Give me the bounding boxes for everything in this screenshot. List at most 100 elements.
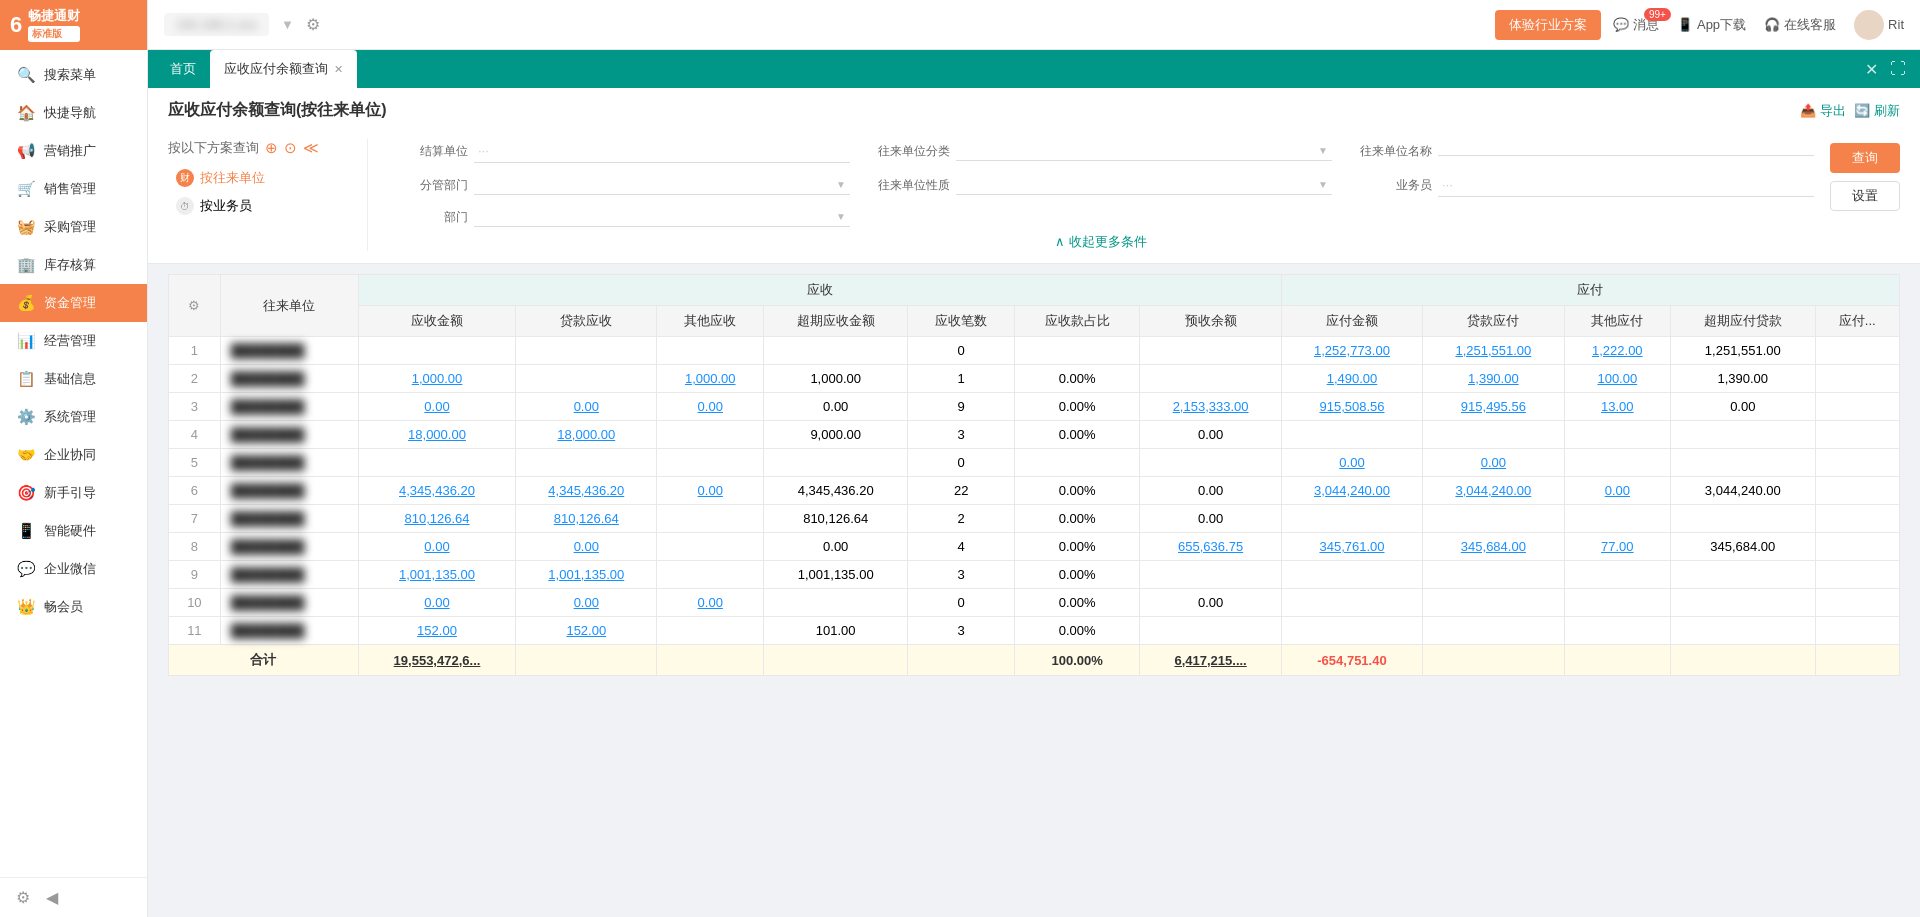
- sidebar-item-member[interactable]: 👑 畅会员: [0, 588, 147, 626]
- sidebar-item-operation[interactable]: 📊 经营管理: [0, 322, 147, 360]
- refresh-button[interactable]: 🔄 刷新: [1854, 102, 1900, 120]
- ap-loan-cell[interactable]: 1,251,551.00: [1423, 337, 1564, 365]
- query-button[interactable]: 查询: [1830, 143, 1900, 173]
- ap-amount-cell[interactable]: 1,490.00: [1281, 365, 1422, 393]
- sidebar-item-company[interactable]: 🤝 企业协同: [0, 436, 147, 474]
- sidebar-collapse-icon[interactable]: ◀: [46, 888, 58, 907]
- tab-home[interactable]: 首页: [156, 50, 210, 88]
- service-item[interactable]: 🎧 在线客服: [1764, 16, 1836, 34]
- ar-amount-cell[interactable]: 0.00: [358, 533, 515, 561]
- prepay-cell[interactable]: 655,636.75: [1140, 533, 1281, 561]
- partner-category-input[interactable]: ▼: [956, 141, 1332, 161]
- table-settings-icon[interactable]: ⚙: [188, 298, 200, 313]
- ar-amount-cell[interactable]: 0.00: [358, 589, 515, 617]
- ar-amount-cell[interactable]: 1,001,135.00: [358, 561, 515, 589]
- partner-name-cell: ████████: [220, 449, 358, 477]
- ar-other-cell[interactable]: 0.00: [657, 589, 764, 617]
- sidebar-item-quick-nav[interactable]: 🏠 快捷导航: [0, 94, 147, 132]
- sidebar-item-purchase[interactable]: 🧺 采购管理: [0, 208, 147, 246]
- edit-scheme-icon[interactable]: ⊙: [284, 139, 297, 157]
- sidebar-item-guide[interactable]: 🎯 新手引导: [0, 474, 147, 512]
- ap-amount-cell[interactable]: 1,252,773.00: [1281, 337, 1422, 365]
- partner-nature-input[interactable]: ▼: [956, 175, 1332, 195]
- ar-count-cell: 9: [908, 393, 1015, 421]
- ap-loan-cell[interactable]: 0.00: [1423, 449, 1564, 477]
- manage-dept-input[interactable]: ▼: [474, 175, 850, 195]
- message-item[interactable]: 💬 消息 99+: [1613, 16, 1659, 34]
- tab-expand-icon[interactable]: ⛶: [1884, 60, 1912, 78]
- partner-name-input[interactable]: [1438, 147, 1814, 156]
- ar-loan-cell[interactable]: 18,000.00: [516, 421, 657, 449]
- dept-input[interactable]: ▼: [474, 207, 850, 227]
- sidebar-item-sales[interactable]: 🛒 销售管理: [0, 170, 147, 208]
- ap-other-cell[interactable]: 13.00: [1564, 393, 1671, 421]
- ap-overdue-cell: [1671, 589, 1815, 617]
- collapse-scheme-icon[interactable]: ≪: [303, 139, 319, 157]
- ap-loan-cell[interactable]: 915,495.56: [1423, 393, 1564, 421]
- finance-icon: 💰: [16, 294, 36, 312]
- salesman-input[interactable]: ···: [1438, 173, 1814, 197]
- ar-amount-cell[interactable]: 810,126.64: [358, 505, 515, 533]
- settings-col-header[interactable]: ⚙: [169, 275, 221, 337]
- ar-overdue-cell: 4,345,436.20: [763, 477, 907, 505]
- ar-loan-cell[interactable]: 0.00: [516, 533, 657, 561]
- user-avatar-item[interactable]: Rit: [1854, 10, 1904, 40]
- filter-field-partner-nature: 往来单位性质 ▼: [870, 173, 1332, 197]
- ar-loan-cell[interactable]: 0.00: [516, 589, 657, 617]
- sidebar-item-wechat[interactable]: 💬 企业微信: [0, 550, 147, 588]
- export-button[interactable]: 📤 导出: [1800, 102, 1846, 120]
- ap-amount-cell[interactable]: 0.00: [1281, 449, 1422, 477]
- sidebar-settings-icon[interactable]: ⚙: [16, 888, 30, 907]
- ap-other-cell[interactable]: 1,222.00: [1564, 337, 1671, 365]
- total-ar[interactable]: 19,553,472,6...: [358, 645, 515, 676]
- sidebar-item-basic[interactable]: 📋 基础信息: [0, 360, 147, 398]
- ar-amount-cell[interactable]: 152.00: [358, 617, 515, 645]
- solution-button[interactable]: 体验行业方案: [1495, 10, 1601, 40]
- ar-other-cell[interactable]: 0.00: [657, 393, 764, 421]
- ar-loan-cell[interactable]: 152.00: [516, 617, 657, 645]
- ap-amount-cell[interactable]: 915,508.56: [1281, 393, 1422, 421]
- tab-close-all-icon[interactable]: ✕: [1859, 60, 1884, 79]
- collapse-more-btn[interactable]: ∧ 收起更多条件: [388, 227, 1814, 251]
- total-prepay[interactable]: 6,417,215....: [1140, 645, 1281, 676]
- ar-other-cell[interactable]: 1,000.00: [657, 365, 764, 393]
- ar-amount-cell[interactable]: 0.00: [358, 393, 515, 421]
- ar-loan-cell[interactable]: 4,345,436.20: [516, 477, 657, 505]
- guide-icon: 🎯: [16, 484, 36, 502]
- ap-amount-cell[interactable]: 345,761.00: [1281, 533, 1422, 561]
- ar-ratio-cell: 0.00%: [1014, 393, 1139, 421]
- tab-close-icon[interactable]: ✕: [334, 63, 343, 76]
- ap-other-cell[interactable]: 77.00: [1564, 533, 1671, 561]
- ap-amount-cell[interactable]: 3,044,240.00: [1281, 477, 1422, 505]
- tab-balance-query[interactable]: 应收应付余额查询 ✕: [210, 50, 357, 88]
- ap-loan-cell[interactable]: 3,044,240.00: [1423, 477, 1564, 505]
- add-scheme-icon[interactable]: ⊕: [265, 139, 278, 157]
- partner-category-label: 往来单位分类: [870, 143, 950, 160]
- sidebar-item-search[interactable]: 🔍 搜索菜单: [0, 56, 147, 94]
- app-download-item[interactable]: 📱 App下载: [1677, 16, 1746, 34]
- ap-loan-cell[interactable]: 1,390.00: [1423, 365, 1564, 393]
- ar-amount-cell[interactable]: 4,345,436.20: [358, 477, 515, 505]
- ar-loan-cell[interactable]: 810,126.64: [516, 505, 657, 533]
- filter-by-salesman[interactable]: ⏱ 按业务员: [168, 193, 355, 219]
- ar-other-cell[interactable]: 0.00: [657, 477, 764, 505]
- sidebar-item-inventory[interactable]: 🏢 库存核算: [0, 246, 147, 284]
- partner-name-cell: ████████: [220, 617, 358, 645]
- sidebar-item-system[interactable]: ⚙️ 系统管理: [0, 398, 147, 436]
- ap-col5-cell: [1815, 617, 1900, 645]
- prepay-cell[interactable]: 2,153,333.00: [1140, 393, 1281, 421]
- ar-amount-cell[interactable]: 18,000.00: [358, 421, 515, 449]
- ap-loan-cell[interactable]: 345,684.00: [1423, 533, 1564, 561]
- ap-other-cell[interactable]: 100.00: [1564, 365, 1671, 393]
- ar-loan-cell[interactable]: 1,001,135.00: [516, 561, 657, 589]
- ap-other-cell[interactable]: 0.00: [1564, 477, 1671, 505]
- ar-amount-cell[interactable]: 1,000.00: [358, 365, 515, 393]
- sidebar-item-finance[interactable]: 💰 资金管理: [0, 284, 147, 322]
- settlement-input[interactable]: ···: [474, 139, 850, 163]
- ar-loan-cell[interactable]: 0.00: [516, 393, 657, 421]
- sidebar-item-hardware[interactable]: 📱 智能硬件: [0, 512, 147, 550]
- setting-button[interactable]: 设置: [1830, 181, 1900, 211]
- gear-icon[interactable]: ⚙: [306, 15, 320, 34]
- filter-by-partner[interactable]: 财 按往来单位: [168, 165, 355, 191]
- sidebar-item-marketing[interactable]: 📢 营销推广: [0, 132, 147, 170]
